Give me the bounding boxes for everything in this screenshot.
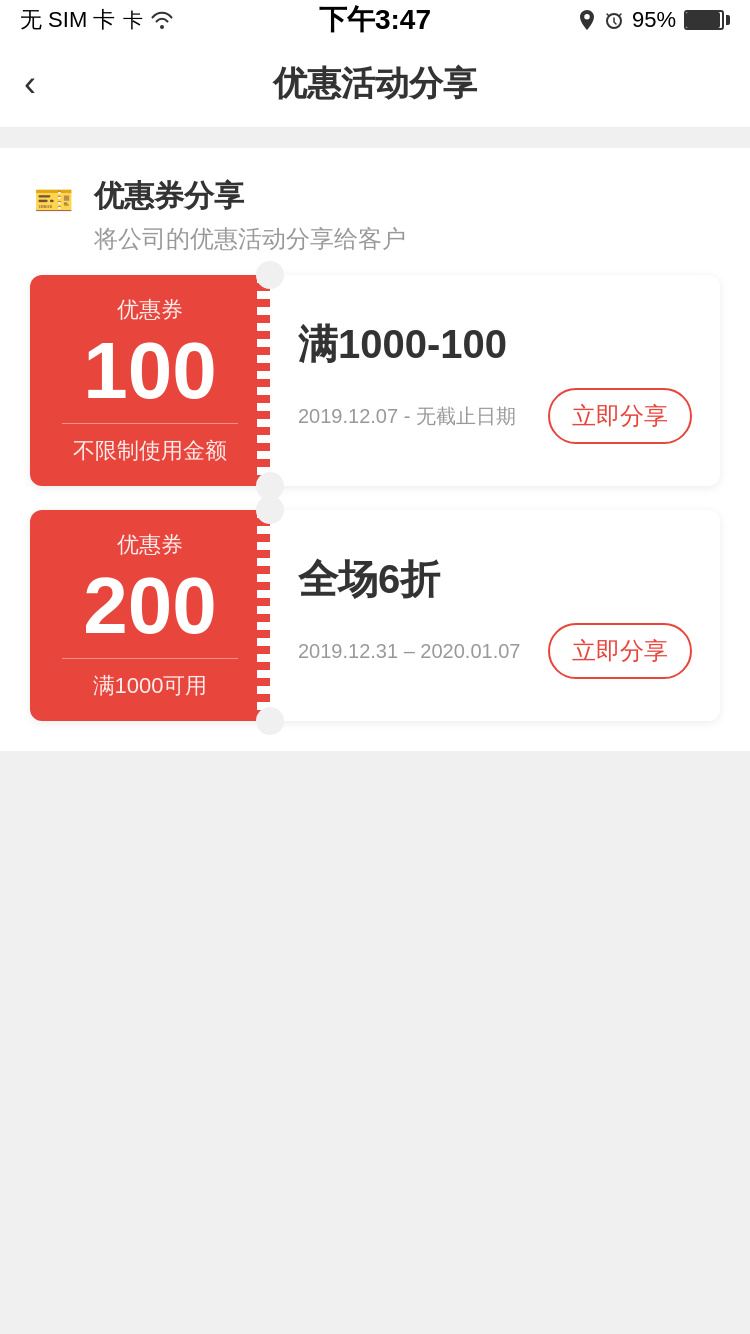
status-right: 95% bbox=[578, 7, 730, 33]
section-title: 优惠券分享 bbox=[94, 176, 406, 217]
section-subtitle: 将公司的优惠活动分享给客户 bbox=[94, 223, 406, 255]
share-button-0[interactable]: 立即分享 bbox=[548, 388, 692, 444]
section-gap-top bbox=[0, 128, 750, 148]
coupon-amount-0: 100 bbox=[83, 331, 216, 411]
coupon-right-1: 全场6折 2019.12.31 – 2020.01.07 立即分享 bbox=[270, 510, 720, 721]
coupon-label-0: 优惠券 bbox=[117, 295, 183, 325]
coupon-card: 优惠券 100 不限制使用金额 满1000-100 2019.12.07 - 无… bbox=[30, 275, 720, 486]
share-button-1[interactable]: 立即分享 bbox=[548, 623, 692, 679]
coupon-condition-0: 不限制使用金额 bbox=[73, 436, 227, 466]
battery-percent: 95% bbox=[632, 7, 676, 33]
background-fill bbox=[0, 751, 750, 1151]
page-title: 优惠活动分享 bbox=[273, 61, 477, 107]
section-icon: 🎫 bbox=[30, 176, 78, 224]
coupon-name-0: 满1000-100 bbox=[298, 317, 692, 372]
back-button[interactable]: ‹ bbox=[24, 63, 36, 105]
section-text-group: 优惠券分享 将公司的优惠活动分享给客户 bbox=[94, 176, 406, 255]
coupon-label-1: 优惠券 bbox=[117, 530, 183, 560]
coupon-card: 优惠券 200 满1000可用 全场6折 2019.12.31 – 2020.0… bbox=[30, 510, 720, 721]
nav-bar: ‹ 优惠活动分享 bbox=[0, 40, 750, 128]
coupon-date-1: 2019.12.31 – 2020.01.07 bbox=[298, 640, 538, 663]
coupon-footer-0: 2019.12.07 - 无截止日期 立即分享 bbox=[298, 388, 692, 444]
alarm-icon bbox=[604, 10, 624, 30]
coupon-condition-1: 满1000可用 bbox=[93, 671, 208, 701]
coupon-notch-top-1 bbox=[256, 496, 284, 524]
coupon-amount-1: 200 bbox=[83, 566, 216, 646]
coupon-divider-0 bbox=[62, 423, 238, 424]
wifi-icon bbox=[151, 11, 173, 29]
battery-icon bbox=[684, 10, 730, 30]
coupon-left-0: 优惠券 100 不限制使用金额 bbox=[30, 275, 270, 486]
status-bar: 无 SIM 卡 卡 下午3:47 95% bbox=[0, 0, 750, 40]
sim-card-icon: 卡 bbox=[123, 7, 143, 34]
coupon-name-1: 全场6折 bbox=[298, 552, 692, 607]
location-icon bbox=[578, 9, 596, 31]
coupon-right-0: 满1000-100 2019.12.07 - 无截止日期 立即分享 bbox=[270, 275, 720, 486]
coupon-left-1: 优惠券 200 满1000可用 bbox=[30, 510, 270, 721]
coupon-date-0: 2019.12.07 - 无截止日期 bbox=[298, 403, 538, 430]
carrier-text: 无 SIM 卡 bbox=[20, 5, 115, 35]
status-time: 下午3:47 bbox=[319, 1, 431, 39]
coupon-divider-1 bbox=[62, 658, 238, 659]
back-icon: ‹ bbox=[24, 63, 36, 104]
section-header: 🎫 优惠券分享 将公司的优惠活动分享给客户 bbox=[0, 148, 750, 275]
status-left: 无 SIM 卡 卡 bbox=[20, 5, 173, 35]
coupon-list: 优惠券 100 不限制使用金额 满1000-100 2019.12.07 - 无… bbox=[0, 275, 750, 751]
coupon-notch-top-0 bbox=[256, 261, 284, 289]
coupon-notch-bottom-1 bbox=[256, 707, 284, 735]
coupon-footer-1: 2019.12.31 – 2020.01.07 立即分享 bbox=[298, 623, 692, 679]
